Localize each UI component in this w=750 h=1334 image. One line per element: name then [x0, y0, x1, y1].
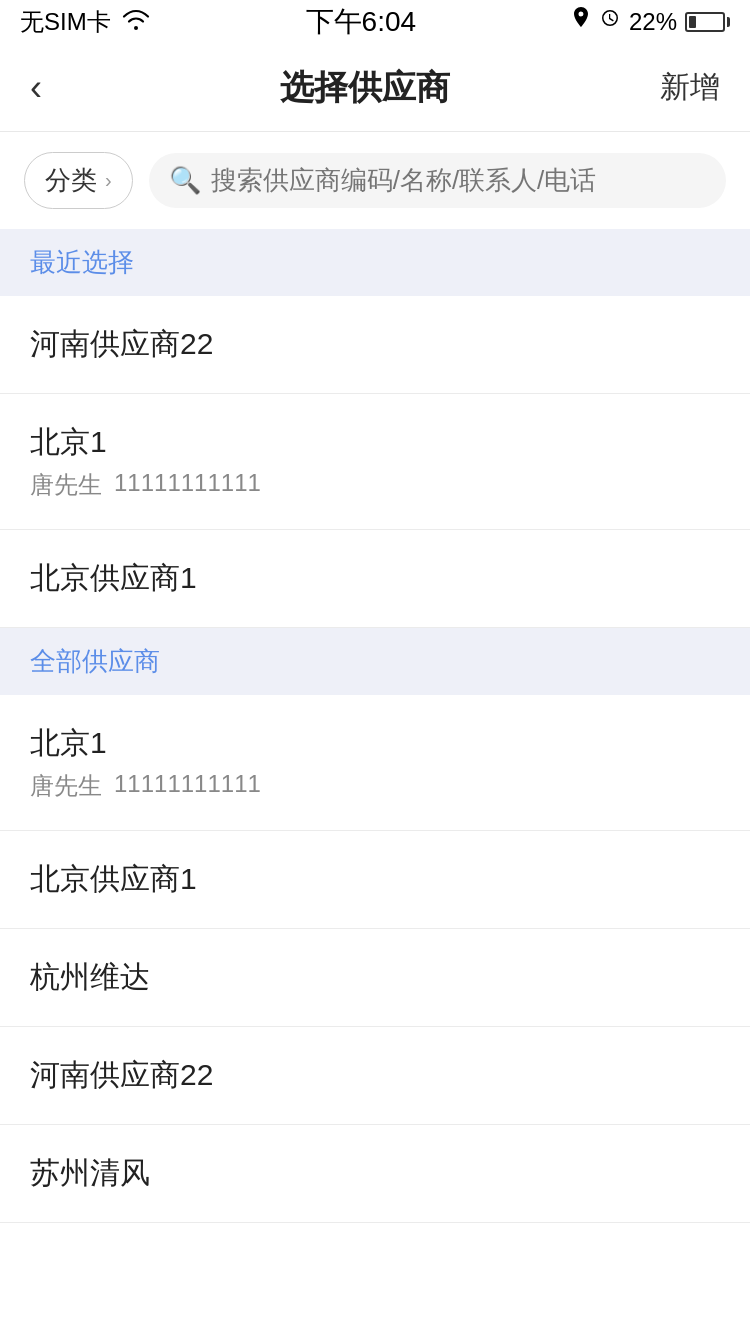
- item-sub: 唐先生 11111111111: [30, 770, 720, 802]
- recent-section-label: 最近选择: [30, 247, 134, 277]
- item-phone: 11111111111: [114, 770, 261, 802]
- list-item[interactable]: 河南供应商22: [0, 1027, 750, 1125]
- item-name: 河南供应商22: [30, 324, 720, 365]
- list-item[interactable]: 杭州维达: [0, 929, 750, 1027]
- item-name: 河南供应商22: [30, 1055, 720, 1096]
- category-label: 分类: [45, 163, 97, 198]
- list-item[interactable]: 苏州清风: [0, 1125, 750, 1223]
- location-icon: [571, 7, 591, 37]
- status-right-area: 22%: [571, 7, 730, 37]
- item-contact: 唐先生: [30, 469, 102, 501]
- nav-bar: ‹ 选择供应商 新增: [0, 44, 750, 132]
- recent-list: 河南供应商22 北京1 唐先生 11111111111 北京供应商1: [0, 296, 750, 628]
- item-name: 杭州维达: [30, 957, 720, 998]
- wifi-icon: [121, 8, 151, 36]
- all-section-header: 全部供应商: [0, 628, 750, 695]
- carrier-label: 无SIM卡: [20, 6, 111, 38]
- search-input-wrap: 🔍: [149, 153, 726, 208]
- battery-percent: 22%: [629, 8, 677, 36]
- list-item[interactable]: 北京1 唐先生 11111111111: [0, 394, 750, 530]
- battery-icon: [685, 12, 730, 32]
- search-input[interactable]: [211, 165, 706, 196]
- item-phone: 11111111111: [114, 469, 261, 501]
- search-bar: 分类 › 🔍: [0, 132, 750, 229]
- status-carrier-area: 无SIM卡: [20, 6, 151, 38]
- item-name: 北京供应商1: [30, 859, 720, 900]
- status-bar: 无SIM卡 下午6:04 22%: [0, 0, 750, 44]
- page-title: 选择供应商: [90, 65, 640, 111]
- item-name: 北京供应商1: [30, 558, 720, 599]
- item-name: 苏州清风: [30, 1153, 720, 1194]
- alarm-icon: [599, 8, 621, 36]
- list-item[interactable]: 北京1 唐先生 11111111111: [0, 695, 750, 831]
- item-name: 北京1: [30, 422, 720, 463]
- add-button[interactable]: 新增: [640, 67, 720, 108]
- list-item[interactable]: 北京供应商1: [0, 530, 750, 628]
- list-item[interactable]: 北京供应商1: [0, 831, 750, 929]
- category-button[interactable]: 分类 ›: [24, 152, 133, 209]
- all-list: 北京1 唐先生 11111111111 北京供应商1 杭州维达河南供应商22 苏州清风: [0, 695, 750, 1223]
- all-section-label: 全部供应商: [30, 646, 160, 676]
- list-item[interactable]: 河南供应商22: [0, 296, 750, 394]
- item-name: 北京1: [30, 723, 720, 764]
- status-time: 下午6:04: [306, 3, 417, 41]
- item-contact: 唐先生: [30, 770, 102, 802]
- back-button[interactable]: ‹: [30, 67, 90, 109]
- item-sub: 唐先生 11111111111: [30, 469, 720, 501]
- recent-section-header: 最近选择: [0, 229, 750, 296]
- chevron-right-icon: ›: [105, 169, 112, 192]
- search-icon: 🔍: [169, 165, 201, 196]
